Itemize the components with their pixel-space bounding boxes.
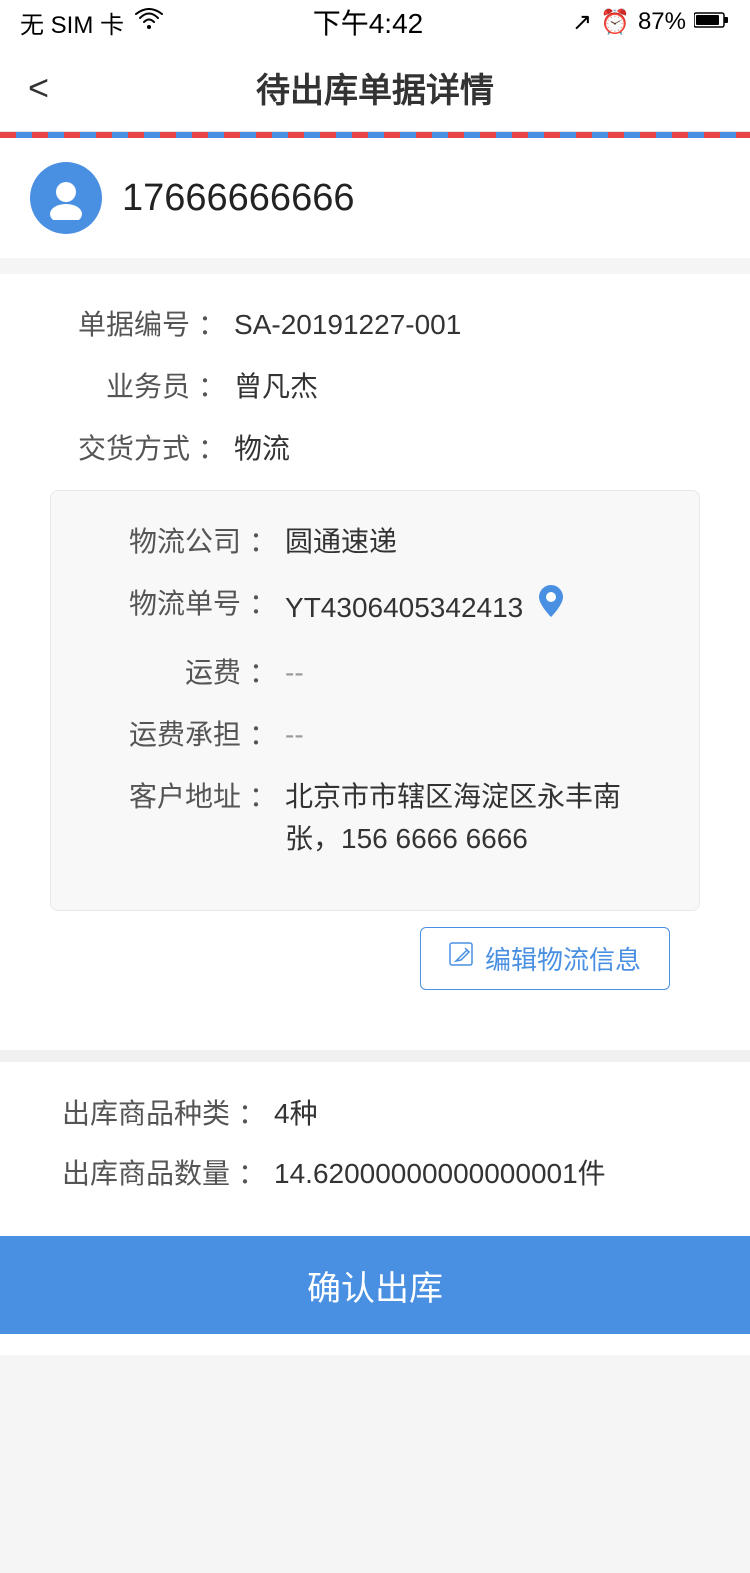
nav-bar: < 待出库单据详情 (0, 44, 750, 132)
person-icon (44, 176, 88, 220)
battery-text: 87% (638, 8, 686, 36)
goods-section: 出库商品种类 ： 4种 出库商品数量 ： 14.6200000000000000… (0, 1062, 750, 1242)
carrier-text: 无 SIM 卡 (20, 5, 124, 40)
freight-row: 运费 ： -- (101, 652, 649, 694)
goods-quantity-label: 出库商品数量 (50, 1152, 230, 1192)
status-left: 无 SIM 卡 (20, 5, 164, 40)
document-no-value: SA-20191227-001 (234, 304, 700, 346)
freight-bearer-row: 运费承担 ： -- (101, 714, 649, 756)
logistics-card: 物流公司 ： 圆通速递 物流单号 ： YT4306405342413 (50, 490, 700, 911)
logistics-company-row: 物流公司 ： 圆通速递 (101, 521, 649, 563)
confirm-button[interactable]: 确认出库 (0, 1236, 750, 1334)
freight-bearer-label: 运费承担 (101, 714, 241, 756)
confirm-label: 确认出库 (307, 1261, 443, 1310)
customer-phone: 17666666666 (122, 177, 354, 220)
status-right: ↗ ⏰ 87% (572, 8, 730, 37)
edit-logistics-label: 编辑物流信息 (485, 940, 641, 977)
wifi-icon (134, 8, 164, 37)
status-time: 下午4:42 (313, 2, 424, 42)
document-no-row: 单据编号 ： SA-20191227-001 (50, 304, 700, 346)
bottom-spacer (0, 1355, 750, 1475)
edit-icon (449, 942, 475, 975)
delivery-method-row: 交货方式 ： 物流 (50, 428, 700, 470)
location-icon: ↗ (572, 8, 592, 37)
salesman-value: 曾凡杰 (234, 366, 700, 408)
salesman-label: 业务员 (50, 366, 190, 408)
tracking-no-value: YT4306405342413 (285, 583, 649, 632)
goods-quantity-row: 出库商品数量 ： 14.62000000000000001件 (50, 1152, 700, 1192)
goods-types-row: 出库商品种类 ： 4种 (50, 1092, 700, 1132)
goods-types-label: 出库商品种类 (50, 1092, 230, 1132)
goods-types-value: 4种 (274, 1092, 318, 1132)
battery-icon (694, 8, 730, 36)
avatar (30, 162, 102, 234)
edit-btn-row: 编辑物流信息 (50, 927, 700, 1020)
page-title: 待出库单据详情 (256, 63, 494, 112)
customer-section: 17666666666 (0, 138, 750, 258)
salesman-row: 业务员 ： 曾凡杰 (50, 366, 700, 408)
tracking-no-row: 物流单号 ： YT4306405342413 (101, 583, 649, 632)
logistics-company-label: 物流公司 (101, 521, 241, 563)
freight-bearer-value: -- (285, 714, 649, 756)
delivery-method-value: 物流 (234, 428, 700, 470)
tracking-no-label: 物流单号 (101, 583, 241, 625)
edit-logistics-button[interactable]: 编辑物流信息 (420, 927, 670, 990)
alarm-icon: ⏰ (600, 8, 630, 37)
section-divider (0, 1050, 750, 1062)
delivery-method-label: 交货方式 (50, 428, 190, 470)
goods-quantity-value: 14.62000000000000001件 (274, 1152, 606, 1192)
tracking-location-icon[interactable] (535, 583, 567, 632)
order-info-section: 单据编号 ： SA-20191227-001 业务员 ： 曾凡杰 交货方式 ： … (0, 274, 750, 1050)
document-no-label: 单据编号 (50, 304, 190, 346)
freight-value: -- (285, 652, 649, 694)
address-row: 客户地址 ： 北京市市辖区海淀区永丰南 张，156 6666 6666 (101, 776, 649, 860)
freight-label: 运费 (101, 652, 241, 694)
back-button[interactable]: < (28, 67, 49, 109)
address-value: 北京市市辖区海淀区永丰南 张，156 6666 6666 (285, 776, 649, 860)
status-bar: 无 SIM 卡 下午4:42 ↗ ⏰ 87% (0, 0, 750, 44)
address-label: 客户地址 (101, 776, 241, 818)
logistics-company-value: 圆通速递 (285, 521, 649, 563)
